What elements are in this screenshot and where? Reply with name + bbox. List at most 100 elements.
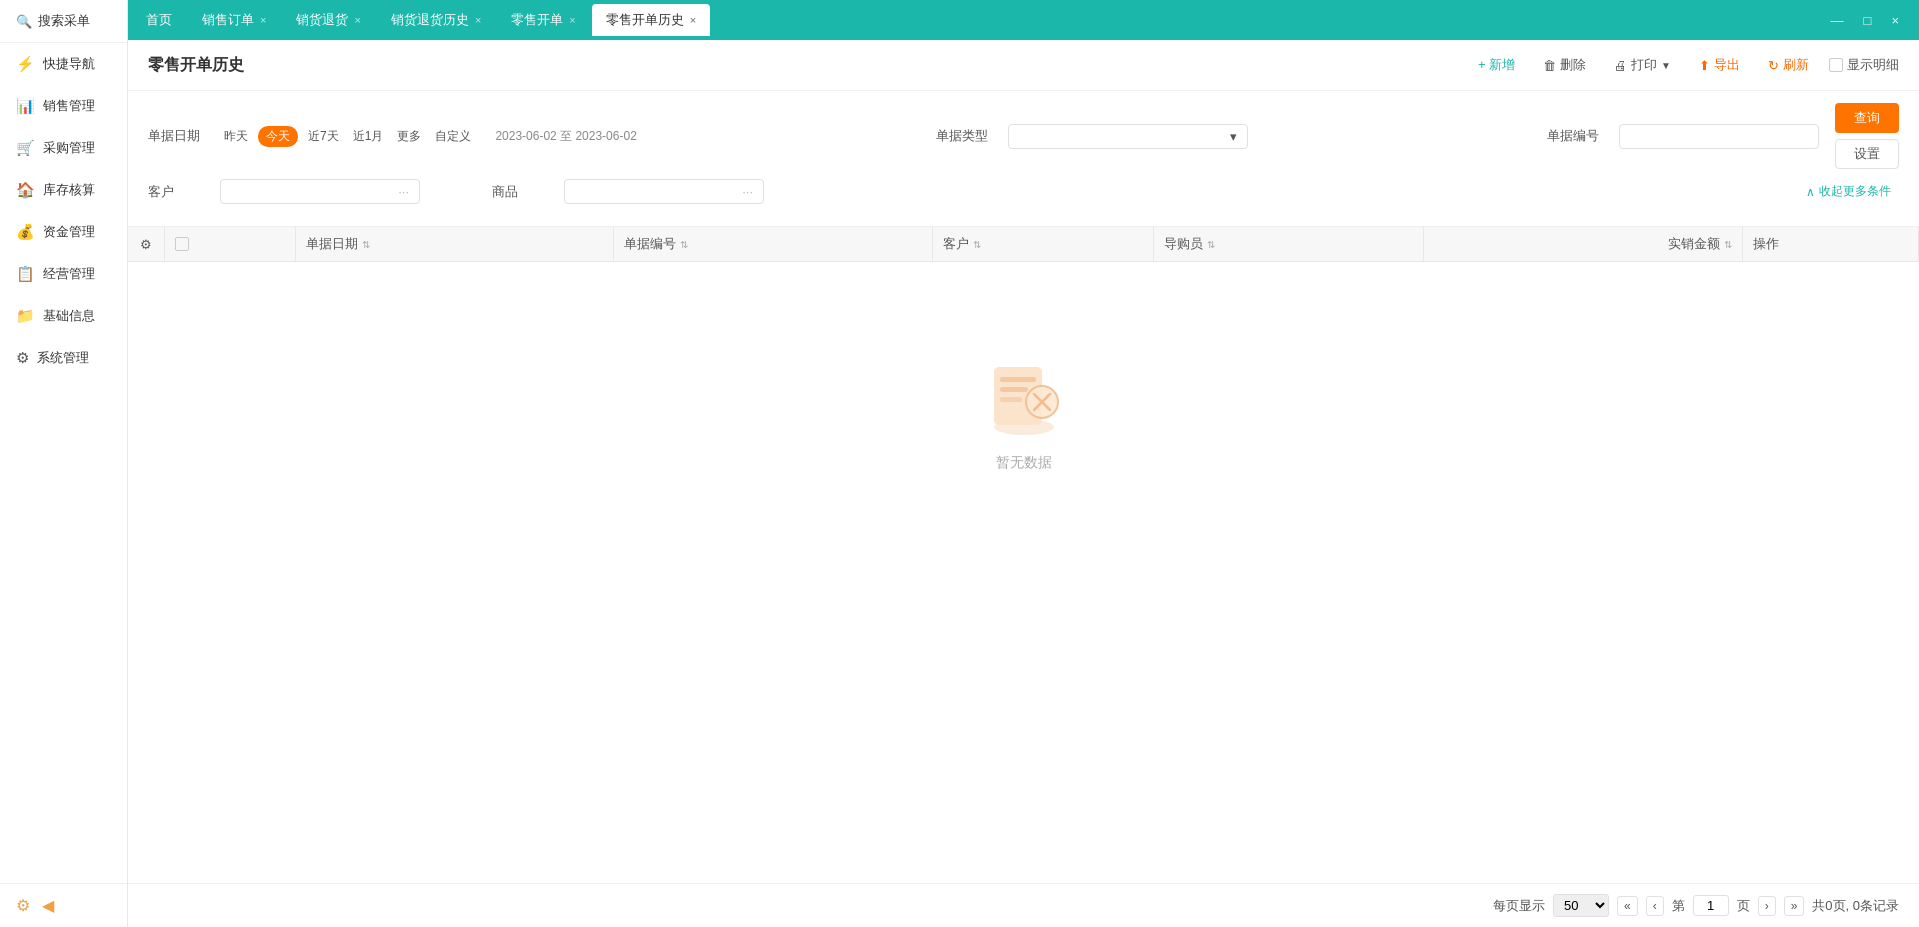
column-settings-icon[interactable]: ⚙ xyxy=(140,237,152,252)
date-opt-custom[interactable]: 自定义 xyxy=(431,126,475,147)
sidebar-label-sales-mgmt: 销售管理 xyxy=(43,97,95,115)
settings-footer-icon[interactable]: ⚙ xyxy=(16,896,30,915)
main-area: 首页销售订单×销货退货×销货退货历史×零售开单×零售开单历史× — □ × 零售… xyxy=(128,0,1919,927)
display-detail-label: 显示明细 xyxy=(1847,56,1899,74)
table-header-row: ⚙ 单据日期 ⇅ 单据编号 xyxy=(128,227,1919,262)
th-customer[interactable]: 客户 ⇅ xyxy=(933,227,1154,262)
th-settings[interactable]: ⚙ xyxy=(128,227,164,262)
collapse-footer-icon[interactable]: ◀ xyxy=(42,896,54,915)
sidebar-item-basic-info[interactable]: 📁基础信息 xyxy=(0,295,127,337)
doc-type-dropdown-icon: ▾ xyxy=(1230,129,1237,144)
goods-input[interactable]: ··· xyxy=(564,179,764,204)
collapse-icon: ∧ xyxy=(1806,185,1815,199)
tab-retail-open[interactable]: 零售开单 × xyxy=(497,4,589,36)
svg-rect-4 xyxy=(1000,397,1022,402)
first-page-button[interactable]: « xyxy=(1617,896,1638,916)
page-word: 第 xyxy=(1672,897,1685,915)
sidebar-item-sales-mgmt[interactable]: 📊销售管理 xyxy=(0,85,127,127)
sidebar-label-operations: 经营管理 xyxy=(43,265,95,283)
sidebar-label-sys-mgmt: 系统管理 xyxy=(37,349,89,367)
sidebar-item-sys-mgmt[interactable]: ⚙系统管理 xyxy=(0,337,127,379)
toolbar: + 新增 🗑 删除 🖨 打印 ▼ ⬆ 导出 ↻ 刷新 xyxy=(1470,52,1899,78)
prev-page-button[interactable]: ‹ xyxy=(1646,896,1664,916)
sidebar-search[interactable]: 🔍 搜索采单 xyxy=(0,0,127,43)
setting-button[interactable]: 设置 xyxy=(1835,139,1899,169)
th-checkbox[interactable] xyxy=(164,227,295,262)
date-opt-today[interactable]: 今天 xyxy=(258,126,298,147)
empty-state-icon xyxy=(974,342,1074,442)
sidebar-footer: ⚙ ◀ xyxy=(0,883,127,927)
last-page-button[interactable]: » xyxy=(1784,896,1805,916)
search-icon: 🔍 xyxy=(16,14,32,29)
page-size-label: 每页显示 xyxy=(1493,897,1545,915)
filter-area: 单据日期 昨天今天近7天近1月更多自定义 2023-06-02 至 2023-0… xyxy=(128,91,1919,227)
sidebar-item-operations[interactable]: 📋经营管理 xyxy=(0,253,127,295)
sidebar-icon-finance: 💰 xyxy=(16,223,35,241)
select-all-checkbox[interactable] xyxy=(175,237,189,251)
window-maximize[interactable]: □ xyxy=(1858,11,1878,30)
tab-label-retail-open: 零售开单 xyxy=(511,11,563,29)
date-opt-last_month[interactable]: 近1月 xyxy=(349,126,388,147)
new-button[interactable]: + 新增 xyxy=(1470,52,1523,78)
window-minimize[interactable]: — xyxy=(1825,11,1850,30)
sidebar-item-inventory[interactable]: 🏠库存核算 xyxy=(0,169,127,211)
tab-close-retail-open[interactable]: × xyxy=(569,14,575,26)
sort-guide-icon: ⇅ xyxy=(1207,239,1215,250)
export-icon: ⬆ xyxy=(1699,58,1710,73)
customer-label: 客户 xyxy=(148,183,204,201)
sidebar-item-purchase-mgmt[interactable]: 🛒 采购管理 xyxy=(0,127,127,169)
sidebar-label-purchase-mgmt: 采购管理 xyxy=(43,139,95,157)
customer-input[interactable]: ··· xyxy=(220,179,420,204)
print-button[interactable]: 🖨 打印 ▼ xyxy=(1606,52,1679,78)
display-detail-checkbox-group: 显示明细 xyxy=(1829,56,1899,74)
tab-sales-return-history[interactable]: 销货退货历史× xyxy=(377,4,495,36)
tab-sales-order[interactable]: 销售订单× xyxy=(188,4,280,36)
current-page-input[interactable] xyxy=(1693,895,1729,916)
display-detail-checkbox[interactable] xyxy=(1829,58,1843,72)
th-doc-no[interactable]: 单据编号 ⇅ xyxy=(614,227,933,262)
th-amount[interactable]: 实销金额 ⇅ xyxy=(1424,227,1743,262)
sidebar-item-finance[interactable]: 💰资金管理 xyxy=(0,211,127,253)
query-btn-group: 查询 设置 xyxy=(1835,103,1899,169)
doc-no-input[interactable] xyxy=(1619,124,1819,149)
refresh-button[interactable]: ↻ 刷新 xyxy=(1760,52,1817,78)
th-doc-date[interactable]: 单据日期 ⇅ xyxy=(295,227,614,262)
pagination: 每页显示 10 20 50 100 « ‹ 第 页 › » 共0页, 0条记录 xyxy=(128,883,1919,927)
sort-amount-icon: ⇅ xyxy=(1724,239,1732,250)
delete-button[interactable]: 🗑 删除 xyxy=(1535,52,1594,78)
date-filter-label: 单据日期 xyxy=(148,127,204,145)
tab-label-home: 首页 xyxy=(146,11,172,29)
tab-home[interactable]: 首页 xyxy=(132,4,186,36)
sort-doc-date-icon: ⇅ xyxy=(362,239,370,250)
sidebar-label-basic-info: 基础信息 xyxy=(43,307,95,325)
print-icon: 🖨 xyxy=(1614,58,1627,73)
page-end-word: 页 xyxy=(1737,897,1750,915)
query-button[interactable]: 查询 xyxy=(1835,103,1899,133)
date-opt-yesterday[interactable]: 昨天 xyxy=(220,126,252,147)
sidebar-icon-purchase-mgmt: 🛒 xyxy=(16,139,35,157)
collapse-label: 收起更多条件 xyxy=(1819,183,1891,200)
tab-sales-return[interactable]: 销货退货× xyxy=(282,4,374,36)
next-page-button[interactable]: › xyxy=(1758,896,1776,916)
tab-close-sales-order[interactable]: × xyxy=(260,14,266,26)
window-close[interactable]: × xyxy=(1885,11,1905,30)
date-opt-last7[interactable]: 近7天 xyxy=(304,126,343,147)
page-size-select[interactable]: 10 20 50 100 xyxy=(1553,894,1609,917)
date-range-display: 2023-06-02 至 2023-06-02 xyxy=(495,128,636,145)
doc-type-select[interactable]: ▾ xyxy=(1008,124,1248,149)
sidebar-search-label: 搜索采单 xyxy=(38,12,90,30)
collapse-button[interactable]: ∧ 收起更多条件 xyxy=(1806,183,1891,200)
tab-retail-open-history[interactable]: 零售开单历史× xyxy=(592,4,710,36)
tab-close-sales-return[interactable]: × xyxy=(354,14,360,26)
page-header: 零售开单历史 + 新增 🗑 删除 🖨 打印 ▼ ⬆ 导出 ↻ xyxy=(128,40,1919,91)
th-guide[interactable]: 导购员 ⇅ xyxy=(1154,227,1424,262)
sidebar-label-inventory: 库存核算 xyxy=(43,181,95,199)
tab-bar: 首页销售订单×销货退货×销货退货历史×零售开单×零售开单历史× — □ × xyxy=(128,0,1919,40)
tab-close-retail-open-history[interactable]: × xyxy=(690,14,696,26)
export-button[interactable]: ⬆ 导出 xyxy=(1691,52,1748,78)
svg-rect-2 xyxy=(1000,377,1036,382)
date-opt-more[interactable]: 更多 xyxy=(393,126,425,147)
tab-close-sales-return-history[interactable]: × xyxy=(475,14,481,26)
filter-row-2: 客户 ··· 商品 ··· ∧ 收起更多条件 xyxy=(148,179,1899,204)
sidebar-item-quick-nav[interactable]: ⚡快捷导航 xyxy=(0,43,127,85)
